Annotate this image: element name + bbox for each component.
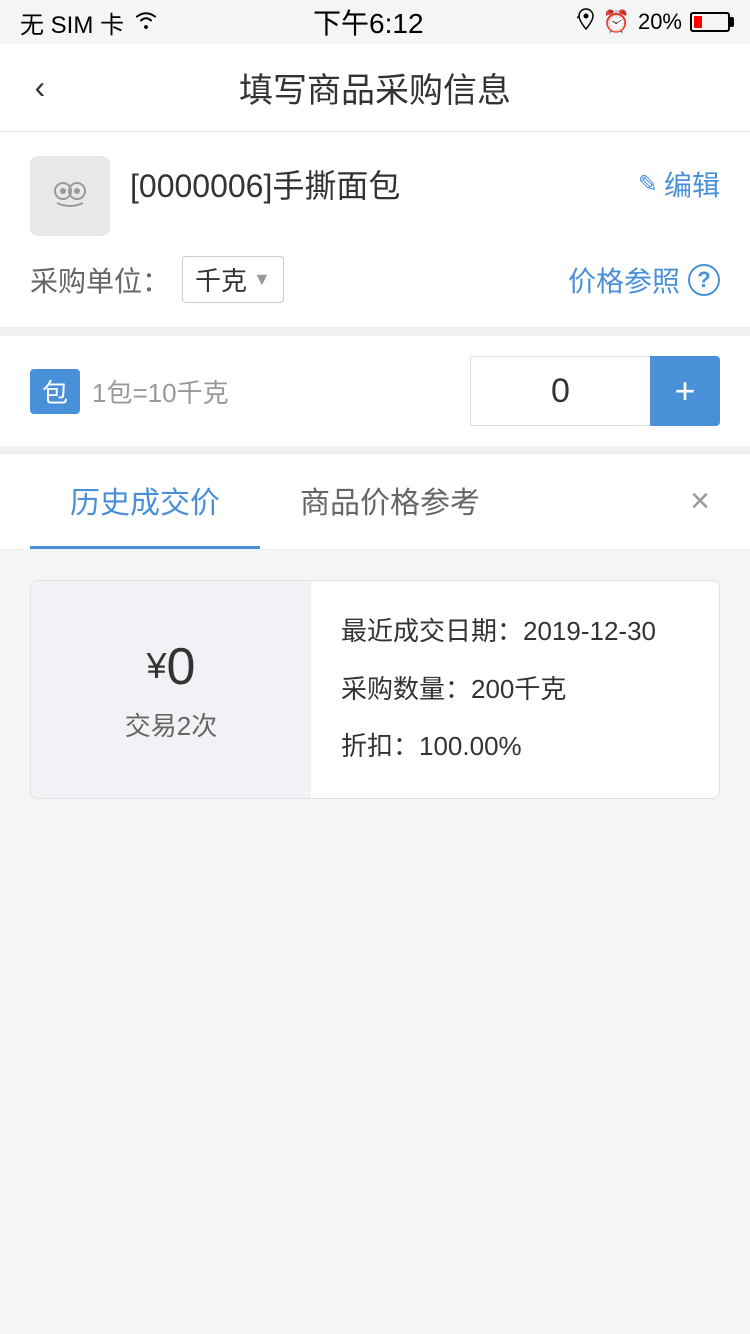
tabs-container: 历史成交价 商品价格参考 × xyxy=(0,446,750,550)
edit-button[interactable]: ✎ 编辑 xyxy=(638,156,720,204)
price-ref-button[interactable]: 价格参照 ? xyxy=(568,260,720,300)
back-button[interactable]: ‹ xyxy=(0,44,80,132)
edit-label: 编辑 xyxy=(664,164,720,204)
unit-conversion: 1包=10千克 xyxy=(92,373,229,410)
discount-value: 100.00% xyxy=(419,731,522,761)
product-info: [0000006]手撕面包 xyxy=(30,156,638,236)
product-name: [0000006]手撕面包 xyxy=(130,156,400,209)
quantity-unit-info: 包 1包=10千克 xyxy=(30,369,229,414)
discount-label: 折扣： xyxy=(341,731,419,761)
quantity-input-group: + xyxy=(470,356,720,426)
page-title: 填写商品采购信息 xyxy=(239,63,511,112)
transaction-right: 最近成交日期：2019-12-30 采购数量：200千克 折扣：100.00% xyxy=(311,581,719,798)
status-bar: 无 SIM 卡 下午6:12 ⏰ 20% xyxy=(0,0,750,44)
price-value: 0 xyxy=(167,638,196,696)
product-logo xyxy=(30,156,110,236)
quantity-input[interactable] xyxy=(470,356,650,426)
purchase-qty-label: 采购数量： xyxy=(341,674,471,704)
tabs: 历史成交价 商品价格参考 xyxy=(30,454,520,549)
alarm-icon: ⏰ xyxy=(603,9,630,35)
price-ref-label: 价格参照 xyxy=(568,260,680,300)
tab-close-button[interactable]: × xyxy=(680,472,720,531)
product-card: [0000006]手撕面包 ✎ 编辑 采购单位： 千克 ▼ 价格参照 ? xyxy=(0,132,750,328)
transaction-count: 交易2次 xyxy=(125,706,217,743)
quantity-row: 包 1包=10千克 + xyxy=(0,328,750,446)
product-header: [0000006]手撕面包 ✎ 编辑 xyxy=(30,156,720,236)
status-right: ⏰ 20% xyxy=(577,8,730,36)
carrier-text: 无 SIM 卡 xyxy=(20,5,124,40)
unit-value: 千克 xyxy=(195,261,247,298)
tab-price-ref[interactable]: 商品价格参考 xyxy=(260,454,520,549)
transaction-left: ¥0 交易2次 xyxy=(31,581,311,798)
unit-label: 采购单位： xyxy=(30,260,170,300)
unit-badge: 包 xyxy=(30,369,80,414)
recent-date-value: 2019-12-30 xyxy=(523,616,656,646)
tab-history-price[interactable]: 历史成交价 xyxy=(30,454,260,549)
recent-date-label: 最近成交日期： xyxy=(341,616,523,646)
purchase-qty-row: 采购数量：200千克 xyxy=(341,669,689,711)
unit-dropdown-arrow: ▼ xyxy=(253,269,271,290)
wifi-icon xyxy=(132,8,160,36)
transaction-card: ¥0 交易2次 最近成交日期：2019-12-30 采购数量：200千克 折扣：… xyxy=(30,580,720,799)
help-icon: ? xyxy=(688,264,720,296)
nav-bar: ‹ 填写商品采购信息 xyxy=(0,44,750,132)
unit-left: 采购单位： 千克 ▼ xyxy=(30,256,284,303)
purchase-qty-value: 200千克 xyxy=(471,674,566,704)
unit-select[interactable]: 千克 ▼ xyxy=(182,256,284,303)
main-content: ¥0 交易2次 最近成交日期：2019-12-30 采购数量：200千克 折扣：… xyxy=(0,550,750,1250)
product-unit-row: 采购单位： 千克 ▼ 价格参照 ? xyxy=(30,256,720,303)
recent-date-row: 最近成交日期：2019-12-30 xyxy=(341,611,689,653)
status-left: 无 SIM 卡 xyxy=(20,5,160,40)
location-icon xyxy=(577,8,595,36)
edit-icon: ✎ xyxy=(638,170,658,199)
battery-icon xyxy=(690,12,730,32)
back-icon: ‹ xyxy=(35,69,46,106)
battery-percent: 20% xyxy=(638,9,682,35)
quantity-plus-button[interactable]: + xyxy=(650,356,720,426)
status-time: 下午6:12 xyxy=(313,2,424,42)
transaction-price: ¥0 xyxy=(147,636,196,698)
transaction-panel: ¥0 交易2次 最近成交日期：2019-12-30 采购数量：200千克 折扣：… xyxy=(0,550,750,829)
discount-row: 折扣：100.00% xyxy=(341,726,689,768)
price-symbol: ¥ xyxy=(147,644,167,687)
